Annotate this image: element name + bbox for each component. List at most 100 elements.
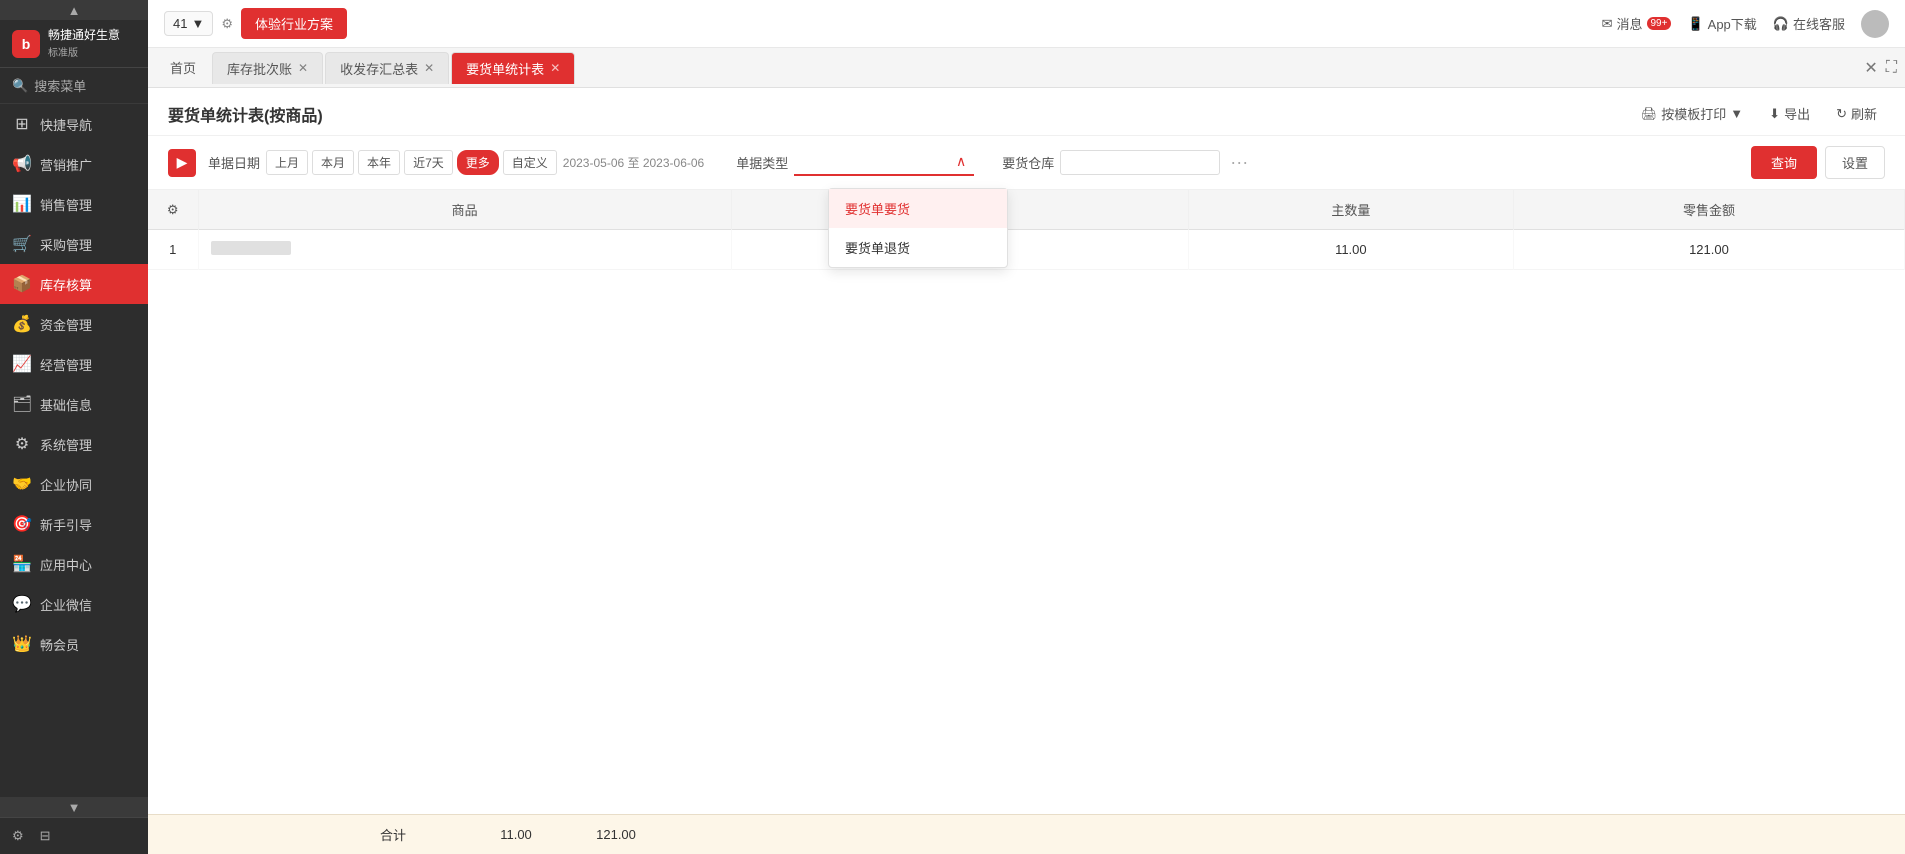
- sidebar-item-newbie[interactable]: 🎯 新手引导: [0, 504, 148, 544]
- print-dropdown-icon: ▼: [1730, 106, 1743, 121]
- sidebar-scroll-up[interactable]: ▲: [0, 0, 148, 20]
- tab-inventory-batch-close[interactable]: ✕: [298, 61, 308, 75]
- col-settings-icon[interactable]: ⚙: [148, 190, 198, 230]
- page-header-actions: 🖨 按模板打印 ▼ ⬇ 导出 ↻ 刷新: [1633, 100, 1885, 127]
- warehouse-more-icon[interactable]: ···: [1230, 152, 1248, 173]
- sidebar-item-base[interactable]: 🗂 基础信息: [0, 384, 148, 424]
- setting-button[interactable]: 设置: [1825, 146, 1885, 179]
- tab-order-stats[interactable]: 要货单统计表 ✕: [451, 52, 575, 84]
- app-icon: 📱: [1687, 16, 1703, 32]
- sidebar: ▲ b 畅捷通好生意 标准版 🔍 搜索菜单 ⊞ 快捷导航 📢 营销推广 📊 销售…: [0, 0, 148, 854]
- quick-nav-icon: ⊞: [12, 114, 32, 134]
- tab-recv-summary[interactable]: 收发存汇总表 ✕: [325, 52, 449, 84]
- sidebar-item-member[interactable]: 👑 畅会员: [0, 624, 148, 664]
- sidebar-item-sales[interactable]: 📊 销售管理: [0, 184, 148, 224]
- page-title: 要货单统计表(按商品): [168, 102, 323, 126]
- footer-amount: 121.00: [566, 827, 666, 842]
- app-subtitle: 标准版: [48, 44, 120, 59]
- date-label: 单据日期: [208, 153, 260, 172]
- appstore-icon: 🏪: [12, 554, 32, 574]
- table-footer: 合计 11.00 121.00: [148, 814, 1905, 854]
- wechat-icon: 💬: [12, 594, 32, 614]
- cell-quantity: 11.00: [1188, 230, 1513, 270]
- refresh-button[interactable]: ↻ 刷新: [1828, 100, 1885, 127]
- date-prev-month-btn[interactable]: 上月: [266, 150, 308, 175]
- industry-plan-button[interactable]: 体验行业方案: [241, 8, 347, 39]
- enterprise-icon: 🤝: [12, 474, 32, 494]
- store-selector[interactable]: 41 ▼: [164, 11, 213, 36]
- online-service-button[interactable]: 🎧 在线客服: [1773, 14, 1845, 33]
- tab-home[interactable]: 首页: [156, 52, 210, 83]
- dropdown-item-order-return[interactable]: 要货单退货: [829, 228, 1007, 267]
- filter-expand-button[interactable]: ▶: [168, 149, 196, 177]
- user-avatar[interactable]: [1861, 10, 1889, 38]
- sidebar-item-appstore[interactable]: 🏪 应用中心: [0, 544, 148, 584]
- sidebar-item-label: 经营管理: [40, 355, 92, 374]
- store-name: 41: [173, 16, 187, 31]
- print-button[interactable]: 🖨 按模板打印 ▼: [1633, 100, 1751, 127]
- sales-icon: 📊: [12, 194, 32, 214]
- type-select[interactable]: ∧: [794, 149, 974, 176]
- date-custom-btn[interactable]: 自定义: [503, 150, 557, 175]
- product-placeholder: [211, 241, 291, 255]
- sidebar-item-finance[interactable]: 💰 资金管理: [0, 304, 148, 344]
- sidebar-item-wechat[interactable]: 💬 企业微信: [0, 584, 148, 624]
- message-button[interactable]: ✉ 消息 99+: [1602, 14, 1672, 33]
- sidebar-bottom: ⚙ ⊟: [0, 817, 148, 854]
- tab-close-all-icon[interactable]: ✕: [1864, 58, 1877, 78]
- marketing-icon: 📢: [12, 154, 32, 174]
- table-row: 1 块 11.00 121.00: [148, 230, 1905, 270]
- tabs-bar: 首页 库存批次账 ✕ 收发存汇总表 ✕ 要货单统计表 ✕ ✕ ⛶: [148, 48, 1905, 88]
- sidebar-item-label: 资金管理: [40, 315, 92, 334]
- sidebar-item-operation[interactable]: 📈 经营管理: [0, 344, 148, 384]
- type-label: 单据类型: [736, 153, 788, 172]
- sidebar-item-label: 新手引导: [40, 515, 92, 534]
- sidebar-scroll-down[interactable]: ▼: [0, 797, 148, 817]
- settings-icon[interactable]: ⚙: [12, 828, 24, 844]
- member-icon: 👑: [12, 634, 32, 654]
- tab-recv-summary-close[interactable]: ✕: [424, 61, 434, 75]
- col-quantity: 主数量: [1188, 190, 1513, 230]
- date-more-btn[interactable]: 更多: [457, 150, 499, 175]
- type-select-arrow-icon: ∧: [956, 153, 966, 170]
- warehouse-input[interactable]: [1060, 150, 1220, 175]
- sidebar-item-enterprise[interactable]: 🤝 企业协同: [0, 464, 148, 504]
- date-filter-group: 单据日期 上月 本月 本年 近7天 更多 自定义 2023-05-06 至 20…: [208, 150, 704, 175]
- table-wrapper: ⚙ 商品 主计量单位 主数量 零售金额 1 块 11.00: [148, 190, 1905, 814]
- filter-actions: 查询 设置: [1751, 146, 1885, 179]
- operation-icon: 📈: [12, 354, 32, 374]
- tab-inventory-batch[interactable]: 库存批次账 ✕: [212, 52, 323, 84]
- sidebar-item-label: 应用中心: [40, 555, 92, 574]
- export-icon: ⬇: [1769, 106, 1780, 122]
- search-icon: 🔍: [12, 78, 28, 94]
- tab-expand-icon[interactable]: ⛶: [1886, 59, 1897, 77]
- sidebar-item-purchase[interactable]: 🛒 采购管理: [0, 224, 148, 264]
- refresh-icon: ↻: [1836, 106, 1847, 122]
- sidebar-item-system[interactable]: ⚙ 系统管理: [0, 424, 148, 464]
- sidebar-item-quick-nav[interactable]: ⊞ 快捷导航: [0, 104, 148, 144]
- sidebar-item-label: 营销推广: [40, 155, 92, 174]
- toggle-sidebar-icon[interactable]: ⊟: [40, 828, 51, 844]
- tab-inventory-batch-label: 库存批次账: [227, 59, 292, 78]
- col-amount: 零售金额: [1513, 190, 1904, 230]
- warehouse-filter-group: 要货仓库 ···: [1002, 150, 1248, 175]
- sidebar-search[interactable]: 🔍 搜索菜单: [0, 68, 148, 104]
- sidebar-item-inventory[interactable]: 📦 库存核算: [0, 264, 148, 304]
- dropdown-item-order-goods[interactable]: 要货单要货: [829, 189, 1007, 228]
- sidebar-nav: ⊞ 快捷导航 📢 营销推广 📊 销售管理 🛒 采购管理 📦 库存核算 💰 资金管…: [0, 104, 148, 797]
- app-logo: b: [12, 30, 40, 58]
- app-download-button[interactable]: 📱 App下载: [1687, 14, 1756, 33]
- filter-bar: ▶ 单据日期 上月 本月 本年 近7天 更多 自定义 2023-05-06 至 …: [148, 136, 1905, 190]
- export-button[interactable]: ⬇ 导出: [1761, 100, 1818, 127]
- date-7days-btn[interactable]: 近7天: [404, 150, 453, 175]
- settings-gear-icon[interactable]: ⚙: [221, 16, 233, 32]
- table-header-row: ⚙ 商品 主计量单位 主数量 零售金额: [148, 190, 1905, 230]
- sidebar-item-label: 系统管理: [40, 435, 92, 454]
- store-dropdown-icon: ▼: [191, 16, 204, 31]
- topbar-left: 41 ▼ ⚙ 体验行业方案: [164, 8, 1590, 39]
- query-button[interactable]: 查询: [1751, 146, 1817, 179]
- tab-order-stats-close[interactable]: ✕: [550, 61, 560, 75]
- date-this-month-btn[interactable]: 本月: [312, 150, 354, 175]
- sidebar-item-marketing[interactable]: 📢 营销推广: [0, 144, 148, 184]
- date-this-year-btn[interactable]: 本年: [358, 150, 400, 175]
